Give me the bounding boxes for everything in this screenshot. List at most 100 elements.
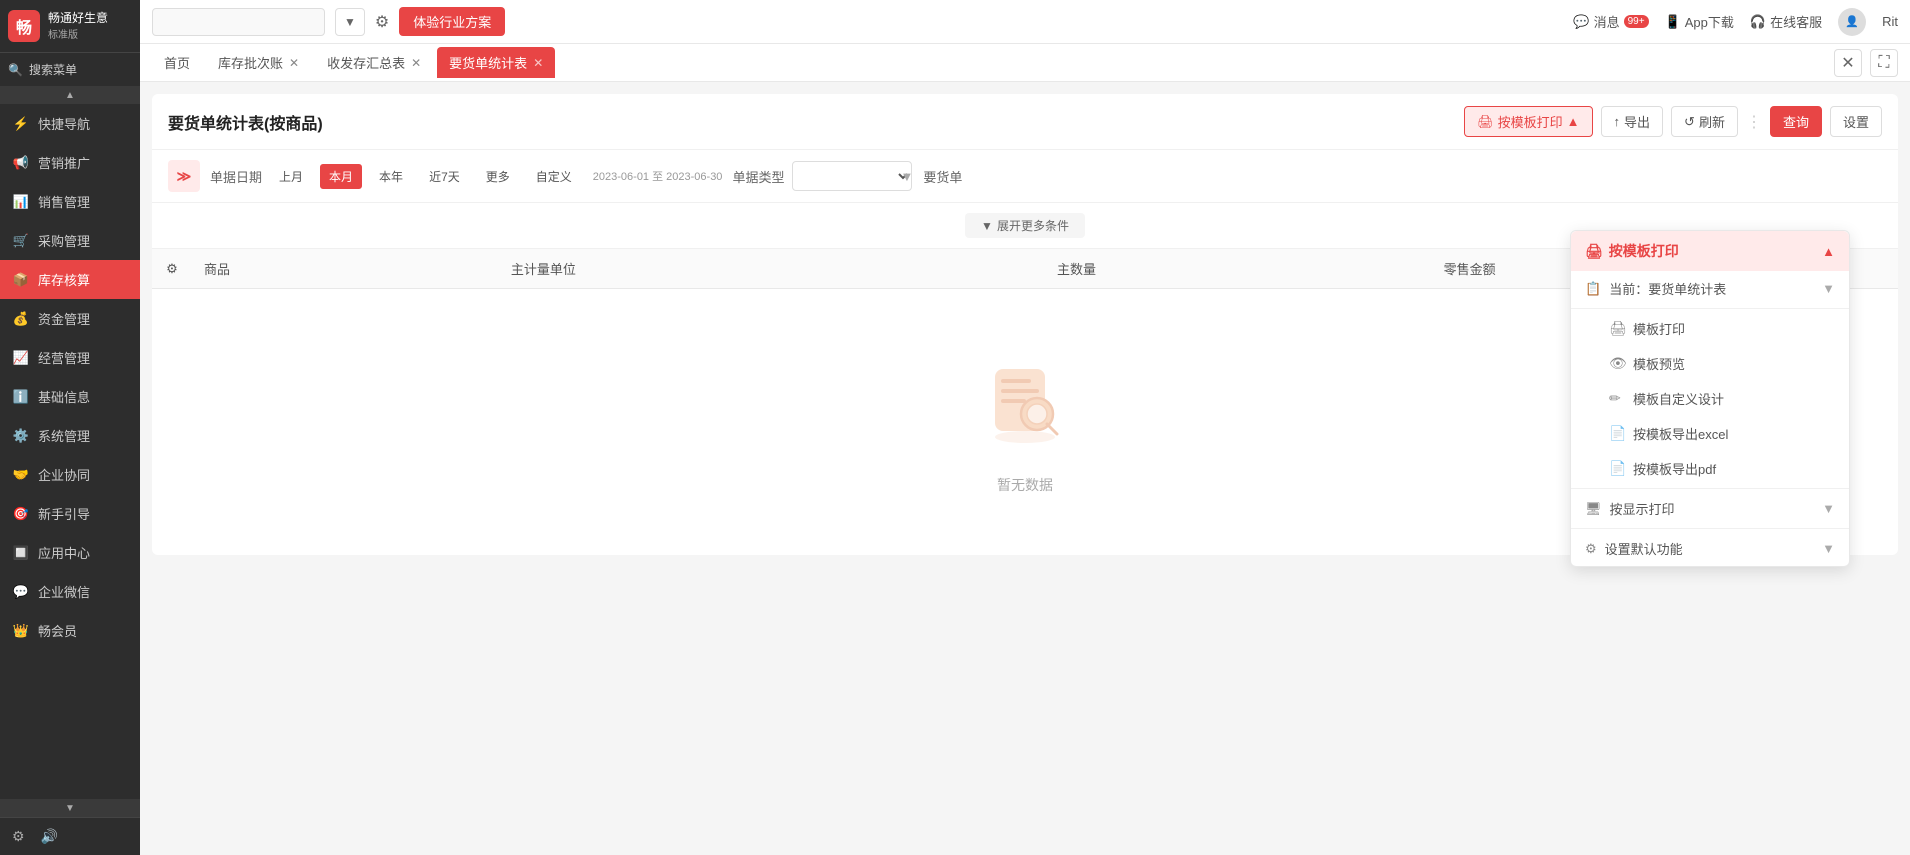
template-print-label: 模板打印 — [1633, 319, 1685, 338]
sidebar-item-collab[interactable]: 🤝 企业协同 — [0, 455, 140, 494]
display-print-icon: 🖥 — [1585, 501, 1602, 517]
page-content: 要货单统计表(按商品) 🖨 按模板打印 ▲ ↑ 导出 ↺ 刷新 — [140, 82, 1910, 855]
actions-divider: ⋮ — [1746, 112, 1762, 132]
tab-inventory-batch-label: 库存批次账 — [218, 53, 283, 72]
date-btn-custom[interactable]: 自定义 — [527, 164, 581, 189]
settings-button[interactable]: 设置 — [1830, 106, 1882, 137]
sidebar-item-quick-nav[interactable]: ⚡ 快捷导航 — [0, 104, 140, 143]
template-design-label: 模板自定义设计 — [1633, 389, 1724, 408]
sidebar-item-marketing[interactable]: 📢 营销推广 — [0, 143, 140, 182]
tab-bar: 首页 库存批次账 ✕ 收发存汇总表 ✕ 要货单统计表 ✕ ✕ ⛶ — [140, 44, 1910, 82]
page-actions: 🖨 按模板打印 ▲ ↑ 导出 ↺ 刷新 ⋮ 查询 — [1464, 106, 1882, 137]
tab-close-all-button[interactable]: ✕ — [1834, 49, 1862, 77]
query-label: 查询 — [1783, 112, 1809, 131]
date-btn-more[interactable]: 更多 — [477, 164, 519, 189]
sidebar-item-inventory[interactable]: 📦 库存核算 — [0, 260, 140, 299]
sidebar-sound-icon[interactable]: 🔊 — [41, 828, 58, 845]
dropdown-divider-3 — [1571, 528, 1849, 529]
dropdown-item-template-print[interactable]: 🖨 模板打印 — [1571, 311, 1849, 346]
dropdown-title-label: 按模板打印 — [1609, 241, 1679, 261]
default-func-chevron: ▼ — [1822, 541, 1835, 556]
sidebar-scroll-up[interactable]: ▲ — [0, 86, 140, 104]
search-menu[interactable]: 🔍 搜索菜单 — [0, 53, 140, 86]
type-filter-select[interactable] — [792, 161, 912, 191]
export-pdf-icon: 📄 — [1609, 460, 1625, 477]
sidebar-item-wechat[interactable]: 💬 企业微信 — [0, 572, 140, 611]
table-header-settings[interactable]: ⚙ — [152, 249, 192, 289]
sidebar-item-finance[interactable]: 💰 资金管理 — [0, 299, 140, 338]
date-btn-last-month[interactable]: 上月 — [270, 164, 312, 189]
template-preview-icon: 👁 — [1609, 355, 1625, 372]
sidebar-item-system[interactable]: ⚙️ 系统管理 — [0, 416, 140, 455]
sidebar-item-basic[interactable]: ℹ️ 基础信息 — [0, 377, 140, 416]
table-header-unit: 主计量单位 — [499, 249, 1045, 289]
current-template-label: 当前：要货单统计表 — [1609, 279, 1726, 298]
sidebar-item-label: 企业协同 — [38, 465, 90, 484]
filter-expand-icon[interactable]: ≫ — [168, 160, 200, 192]
tab-inventory-batch-close[interactable]: ✕ — [289, 56, 299, 70]
sidebar-item-member[interactable]: 👑 畅会员 — [0, 611, 140, 650]
date-btn-this-year[interactable]: 本年 — [370, 164, 412, 189]
date-range-display: 2023-06-01 至 2023-06-30 — [593, 168, 723, 184]
tab-order-stats-close[interactable]: ✕ — [533, 56, 543, 70]
dropdown-current-template[interactable]: 📋 当前：要货单统计表 ▼ — [1571, 271, 1849, 306]
dropdown-chevron-icon: ▼ — [344, 15, 356, 29]
sidebar-settings-icon[interactable]: ⚙ — [12, 828, 25, 845]
dropdown-item-export-pdf[interactable]: 📄 按模板导出pdf — [1571, 451, 1849, 486]
refresh-icon: ↺ — [1684, 114, 1695, 130]
column-settings-icon[interactable]: ⚙ — [166, 261, 178, 276]
type-filter-row: 单据类型 ▼ — [732, 161, 913, 191]
export-pdf-label: 按模板导出pdf — [1633, 459, 1716, 478]
date-filter-label: 单据日期 — [210, 167, 262, 186]
tab-order-stats[interactable]: 要货单统计表 ✕ — [437, 47, 555, 78]
topbar-search-input[interactable] — [152, 8, 325, 36]
dropdown-item-template-preview[interactable]: 👁 模板预览 — [1571, 346, 1849, 381]
tab-receipt-summary-close[interactable]: ✕ — [411, 56, 421, 70]
date-btn-7days[interactable]: 近7天 — [420, 164, 469, 189]
date-btn-this-month[interactable]: 本月 — [320, 164, 362, 189]
sidebar-item-sales[interactable]: 📊 销售管理 — [0, 182, 140, 221]
print-template-button[interactable]: 🖨 按模板打印 ▲ — [1464, 106, 1592, 137]
query-button[interactable]: 查询 — [1770, 106, 1822, 137]
sidebar-item-operation[interactable]: 📈 经营管理 — [0, 338, 140, 377]
messages-badge: 99+ — [1624, 15, 1649, 28]
refresh-button[interactable]: ↺ 刷新 — [1671, 106, 1738, 137]
refresh-label: 刷新 — [1699, 112, 1725, 131]
expand-more-button[interactable]: ▼ 展开更多条件 — [965, 213, 1085, 238]
tab-home[interactable]: 首页 — [152, 47, 202, 78]
sales-icon: 📊 — [12, 194, 30, 210]
export-label: 导出 — [1624, 112, 1650, 131]
dropdown-item-export-excel[interactable]: 📄 按模板导出excel — [1571, 416, 1849, 451]
topbar-settings-icon[interactable]: ⚙ — [375, 12, 389, 32]
collab-icon: 🤝 — [12, 467, 30, 483]
page-header: 要货单统计表(按商品) 🖨 按模板打印 ▲ ↑ 导出 ↺ 刷新 — [152, 94, 1898, 150]
online-service-button[interactable]: 🎧 在线客服 — [1750, 12, 1822, 31]
template-design-icon: ✏ — [1609, 390, 1625, 407]
tab-maximize-button[interactable]: ⛶ — [1870, 49, 1898, 77]
sidebar-scroll-down[interactable]: ▼ — [0, 799, 140, 817]
sidebar-item-appstore[interactable]: 🔲 应用中心 — [0, 533, 140, 572]
tab-receipt-summary[interactable]: 收发存汇总表 ✕ — [315, 47, 433, 78]
sidebar-item-guide[interactable]: 🎯 新手引导 — [0, 494, 140, 533]
type-filter-label: 单据类型 — [732, 167, 784, 186]
current-template-icon: 📋 — [1585, 281, 1601, 297]
headset-icon: 🎧 — [1750, 14, 1766, 30]
topbar-dropdown-button[interactable]: ▼ — [335, 8, 365, 36]
dropdown-display-print[interactable]: 🖥 按显示打印 ▼ — [1571, 491, 1849, 526]
dropdown-close-icon[interactable]: ▲ — [1822, 244, 1835, 259]
tabs-right-actions: ✕ ⛶ — [1834, 49, 1898, 77]
messages-button[interactable]: 💬 消息 99+ — [1573, 12, 1648, 31]
chevron-up-icon: ▲ — [1567, 114, 1580, 129]
sidebar-item-purchase[interactable]: 🛒 采购管理 — [0, 221, 140, 260]
industry-solution-button[interactable]: 体验行业方案 — [399, 7, 505, 36]
dropdown-item-template-design[interactable]: ✏ 模板自定义设计 — [1571, 381, 1849, 416]
filter-area: ≫ 单据日期 上月 本月 本年 近7天 更多 自定义 2023-06-01 至 … — [152, 150, 1898, 203]
dropdown-default-func[interactable]: ⚙ 设置默认功能 ▼ — [1571, 531, 1849, 566]
export-button[interactable]: ↑ 导出 — [1601, 106, 1664, 137]
app-title-block: 畅通好生意 标准版 — [48, 11, 108, 42]
tab-inventory-batch[interactable]: 库存批次账 ✕ — [206, 47, 311, 78]
app-download-button[interactable]: 📱 App下载 — [1665, 12, 1734, 31]
guide-icon: 🎯 — [12, 506, 30, 522]
user-avatar[interactable]: 👤 — [1838, 8, 1866, 36]
sidebar-item-label: 新手引导 — [38, 504, 90, 523]
